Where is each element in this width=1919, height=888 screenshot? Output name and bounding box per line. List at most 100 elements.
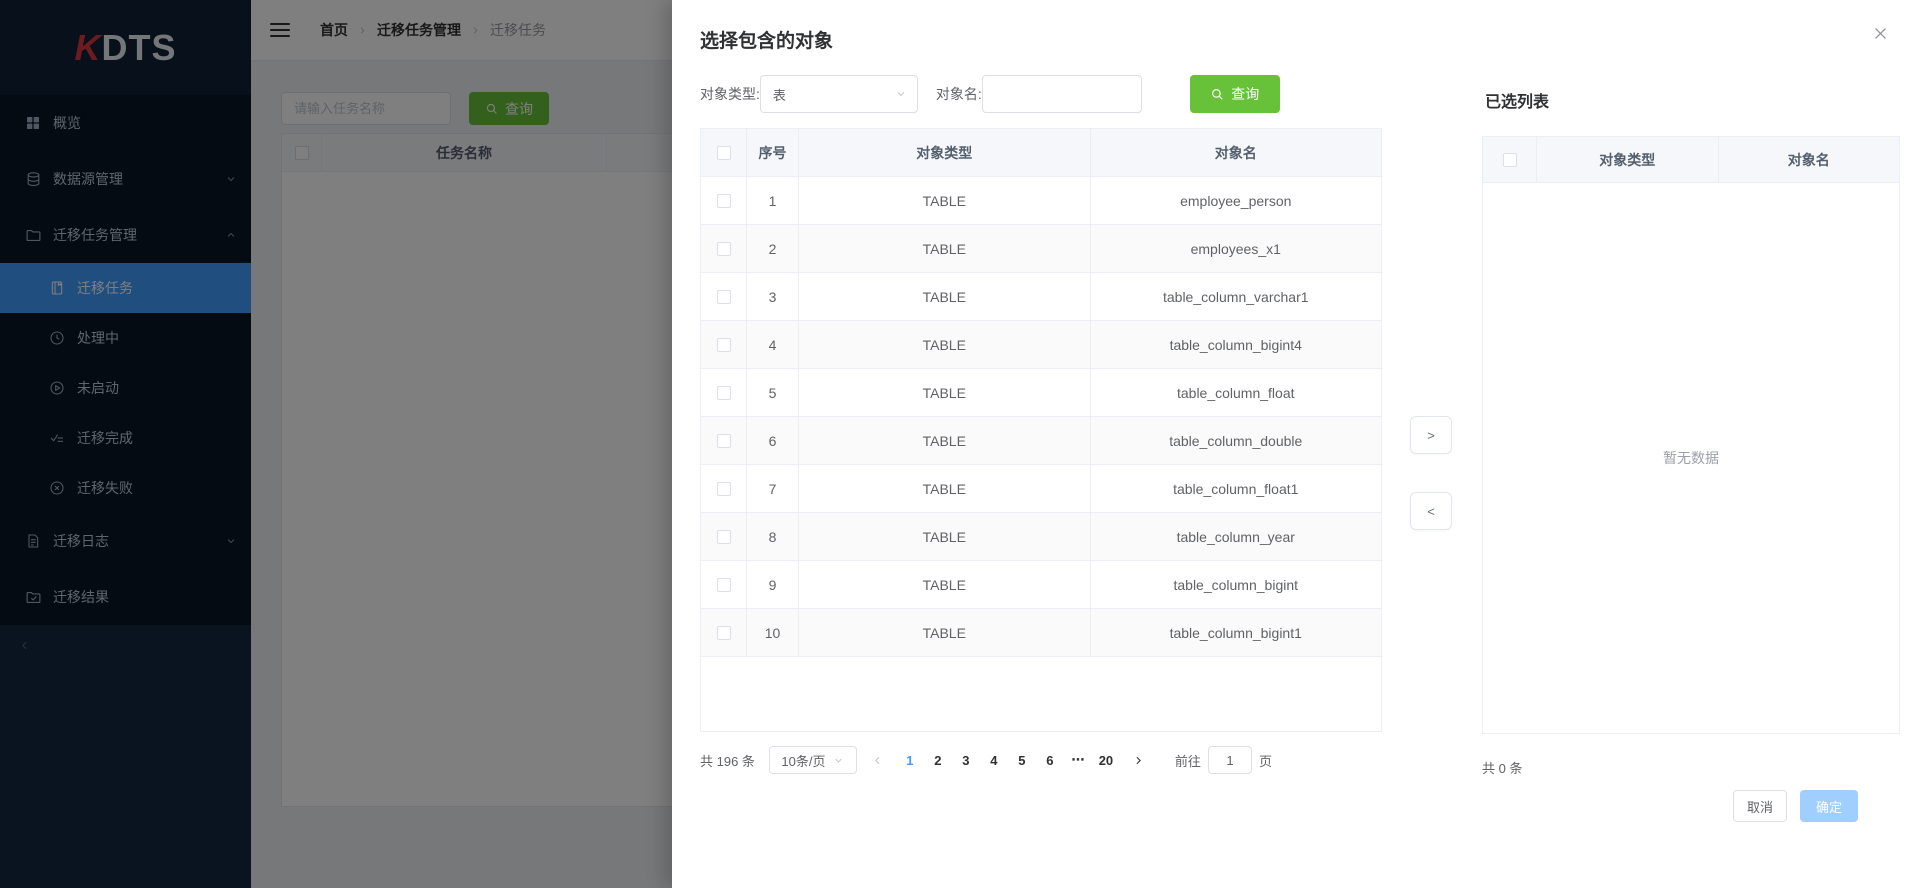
page-number[interactable]: 3	[954, 753, 978, 768]
row-checkbox[interactable]	[716, 433, 731, 448]
page-size-select[interactable]: 10条/页	[768, 746, 857, 774]
selected-list-title: 已选列表	[1485, 94, 1550, 111]
goto-unit: 页	[1258, 753, 1272, 769]
row-name: table_column_varchar1	[1162, 288, 1309, 305]
selected-total: 共 0 条	[1482, 761, 1523, 776]
row-checkbox[interactable]	[716, 385, 731, 400]
row-seq: 3	[747, 273, 799, 320]
table-row[interactable]: 3 TABLE table_column_varchar1	[701, 273, 1381, 321]
selected-header-type: 对象类型	[1537, 137, 1719, 182]
row-name: employees_x1	[1190, 240, 1281, 257]
table-row[interactable]: 4 TABLE table_column_bigint4	[701, 321, 1381, 369]
next-page-icon[interactable]	[1132, 754, 1145, 767]
object-type-value: 表	[772, 87, 786, 103]
row-type: TABLE	[799, 609, 1091, 656]
app-window: KDTS 概览 数据源管理	[0, 0, 1919, 888]
row-seq: 9	[747, 561, 799, 608]
row-seq: 8	[747, 513, 799, 560]
page-size-value: 10条/页	[781, 753, 826, 769]
selected-table-body: 暂无数据	[1483, 183, 1899, 733]
select-objects-dialog: 选择包含的对象 对象类型: 表 对象名: 查询 已选列表 序号 对象类型 对象名…	[672, 0, 1919, 888]
row-name: employee_person	[1180, 192, 1292, 209]
row-name: table_column_bigint1	[1169, 624, 1302, 641]
page-number[interactable]: 2	[926, 753, 950, 768]
row-checkbox[interactable]	[716, 625, 731, 640]
object-filter-row: 对象类型: 表 对象名: 查询	[700, 75, 1280, 113]
row-checkbox[interactable]	[716, 241, 731, 256]
row-checkbox[interactable]	[716, 193, 731, 208]
select-all-selected-checkbox[interactable]	[1502, 152, 1517, 167]
table-row[interactable]: 10 TABLE table_column_bigint1	[701, 609, 1381, 657]
object-query-button[interactable]: 查询	[1189, 75, 1280, 113]
page-number[interactable]: 20	[1094, 753, 1118, 768]
table-row[interactable]: 8 TABLE table_column_year	[701, 513, 1381, 561]
row-type: TABLE	[799, 177, 1091, 224]
row-seq: 6	[747, 417, 799, 464]
object-type-select[interactable]: 表	[759, 75, 918, 113]
row-checkbox[interactable]	[716, 289, 731, 304]
object-name-input[interactable]	[981, 75, 1142, 113]
page-number[interactable]: 6	[1038, 753, 1062, 768]
chevron-down-icon	[833, 755, 844, 766]
page-number[interactable]: 4	[982, 753, 1006, 768]
row-checkbox[interactable]	[716, 577, 731, 592]
row-name: table_column_float	[1176, 384, 1295, 401]
table-row[interactable]: 9 TABLE table_column_bigint	[701, 561, 1381, 609]
header-name: 对象名	[1214, 144, 1257, 161]
row-type: TABLE	[799, 225, 1091, 272]
goto-page-input[interactable]	[1207, 746, 1252, 774]
row-type: TABLE	[799, 369, 1091, 416]
row-checkbox[interactable]	[716, 337, 731, 352]
pagination-total: 共 196 条	[700, 753, 755, 769]
dialog-title: 选择包含的对象	[700, 31, 834, 52]
table-row[interactable]: 5 TABLE table_column_float	[701, 369, 1381, 417]
row-seq: 10	[747, 609, 799, 656]
table-row[interactable]: 7 TABLE table_column_float1	[701, 465, 1381, 513]
dialog-footer: 取消 确定	[1733, 790, 1858, 822]
row-seq: 4	[747, 321, 799, 368]
page-number[interactable]: 1	[898, 753, 922, 768]
object-query-label: 查询	[1231, 86, 1260, 102]
row-name: table_column_float1	[1173, 480, 1299, 497]
table-row[interactable]: 6 TABLE table_column_double	[701, 417, 1381, 465]
row-type: TABLE	[799, 561, 1091, 608]
confirm-button[interactable]: 确定	[1800, 790, 1858, 822]
row-checkbox[interactable]	[716, 529, 731, 544]
empty-data-text: 暂无数据	[1663, 450, 1719, 466]
close-icon[interactable]	[1869, 22, 1891, 44]
selected-table-header: 对象类型 对象名	[1483, 137, 1899, 183]
row-seq: 7	[747, 465, 799, 512]
row-type: TABLE	[799, 513, 1091, 560]
object-table: 序号 对象类型 对象名 1 TABLE employee_person 2 TA…	[700, 128, 1382, 732]
move-left-button[interactable]: <	[1410, 492, 1452, 530]
select-all-objects-checkbox[interactable]	[716, 145, 731, 160]
cancel-button[interactable]: 取消	[1733, 790, 1787, 822]
row-seq: 1	[747, 177, 799, 224]
pagination: 共 196 条 10条/页 1 2 3 4 5 6 ⋯ 20 前往 1 页	[700, 744, 1400, 776]
object-name-label: 对象名:	[935, 86, 982, 102]
more-pages-icon[interactable]: ⋯	[1066, 752, 1090, 768]
row-name: table_column_bigint	[1173, 576, 1299, 593]
prev-page-icon[interactable]	[871, 754, 884, 767]
object-table-header: 序号 对象类型 对象名	[701, 129, 1381, 177]
chevron-down-icon	[895, 88, 907, 100]
row-name: table_column_bigint4	[1169, 336, 1302, 353]
header-type: 对象类型	[799, 129, 1091, 176]
selected-table: 对象类型 对象名 暂无数据	[1482, 136, 1900, 734]
object-type-label: 对象类型:	[700, 86, 760, 102]
row-checkbox[interactable]	[716, 481, 731, 496]
header-seq: 序号	[747, 129, 799, 176]
selected-header-name: 对象名	[1787, 151, 1830, 168]
row-type: TABLE	[799, 465, 1091, 512]
move-right-button[interactable]: >	[1410, 416, 1452, 454]
table-row[interactable]: 1 TABLE employee_person	[701, 177, 1381, 225]
row-seq: 2	[747, 225, 799, 272]
row-name: table_column_year	[1176, 528, 1295, 545]
row-type: TABLE	[799, 417, 1091, 464]
row-type: TABLE	[799, 273, 1091, 320]
row-seq: 5	[747, 369, 799, 416]
row-type: TABLE	[799, 321, 1091, 368]
row-name: table_column_double	[1169, 432, 1303, 449]
table-row[interactable]: 2 TABLE employees_x1	[701, 225, 1381, 273]
page-number[interactable]: 5	[1010, 753, 1034, 768]
